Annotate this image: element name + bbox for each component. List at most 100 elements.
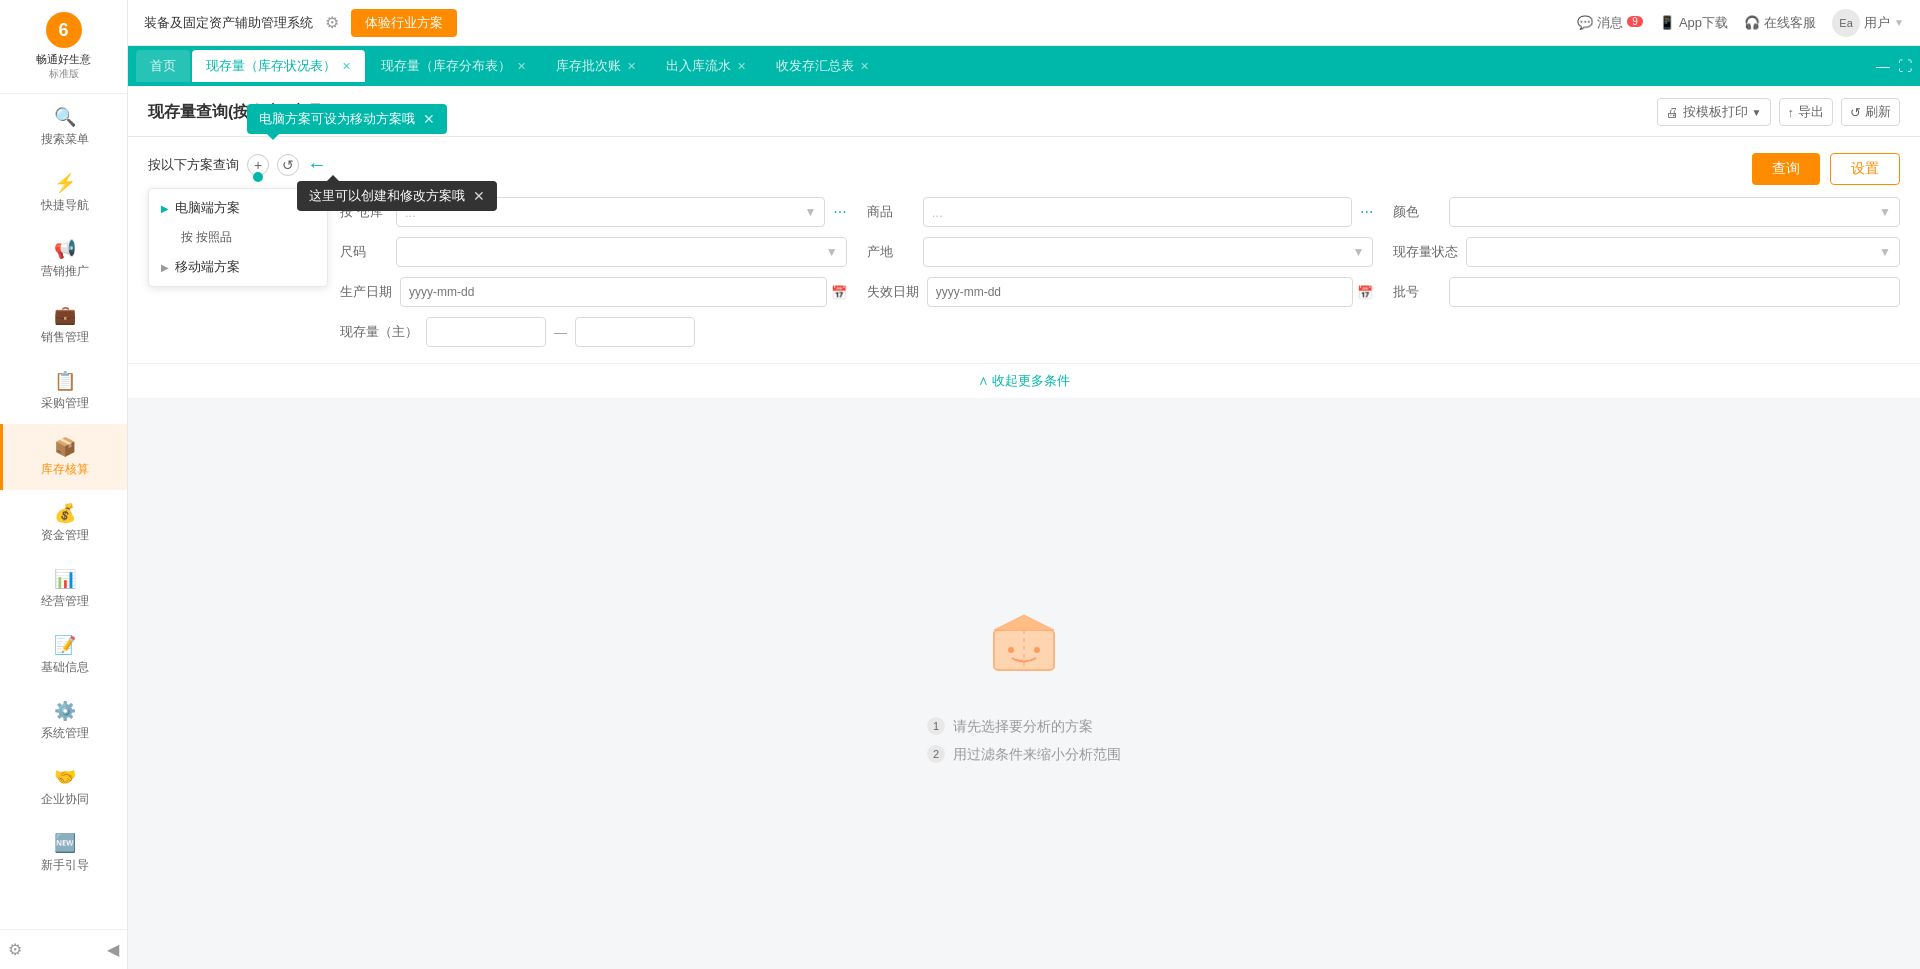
color-select[interactable]: ▼ [1449,197,1900,227]
inventory-icon: 📦 [54,436,76,458]
header-right: 💬 消息 9 📱 App下载 🎧 在线客服 Ea 用户 ▼ [1577,9,1904,37]
expiry-date-input[interactable] [927,277,1354,307]
refresh-scheme-btn[interactable]: ↺ [277,154,299,176]
svg-point-5 [1034,647,1040,653]
header-left: 装备及固定资产辅助管理系统 ⚙ 体验行业方案 [144,9,457,37]
chevron-down-icon: ▼ [804,205,816,219]
empty-state: 1 请先选择要分析的方案 2 用过滤条件来缩小分析范围 [128,398,1920,969]
minimize-icon[interactable]: — [1876,58,1890,74]
tooltip1-close[interactable]: ✕ [423,111,435,127]
tab-close-3[interactable]: ✕ [627,60,636,73]
scheme-arrow-btn[interactable]: ← [307,153,327,175]
goods-select[interactable]: ... [923,197,1352,227]
sidebar-item-inventory[interactable]: 📦 库存核算 [0,424,127,490]
tab-inventory-dist[interactable]: 现存量（库存分布表） ✕ [367,50,540,82]
tab-inout-flow[interactable]: 出入库流水 ✕ [652,50,760,82]
tooltip2-close[interactable]: ✕ [473,188,485,204]
page-actions: 🖨 按模板打印 ▼ ↑ 导出 ↺ 刷新 [1657,98,1900,126]
svg-marker-1 [994,615,1054,630]
collapse-sidebar-icon[interactable]: ◀ [107,940,119,959]
tab-batch-account[interactable]: 库存批次账 ✕ [542,50,650,82]
sidebar-item-marketing[interactable]: 📢 营销推广 [0,226,127,292]
settings-icon[interactable]: ⚙ [8,940,22,959]
print-btn[interactable]: 🖨 按模板打印 ▼ [1657,98,1771,126]
size-chevron-icon: ▼ [826,245,838,259]
refresh-btn[interactable]: ↺ 刷新 [1841,98,1900,126]
search-nav-icon: 🔍 [54,106,76,128]
headset-icon: 🎧 [1744,15,1760,30]
purchase-icon: 📋 [54,370,76,392]
origin-select[interactable]: ▼ [923,237,1374,267]
download-btn[interactable]: 📱 App下载 [1659,14,1728,32]
warehouse-dots[interactable]: ··· [833,203,846,221]
tab-inventory-status[interactable]: 现存量（库存状况表） ✕ [192,50,365,82]
reset-btn[interactable]: 设置 [1830,153,1900,185]
sidebar-item-quick-nav[interactable]: ⚡ 快捷导航 [0,160,127,226]
sidebar-item-guide[interactable]: 🆕 新手引导 [0,820,127,886]
filter-row2: 尺码 ▼ 产地 ▼ [340,237,1900,267]
collapse-row[interactable]: ∧ 收起更多条件 [128,363,1920,398]
print-chevron-icon: ▼ [1752,107,1762,118]
maximize-icon[interactable]: ⛶ [1898,58,1912,74]
production-date-field: 生产日期 📅 [340,277,847,307]
collapse-up-icon: ∧ [978,373,989,388]
sidebar-item-sales[interactable]: 💼 销售管理 [0,292,127,358]
tab-summary[interactable]: 收发存汇总表 ✕ [762,50,883,82]
cooperation-icon: 🤝 [54,766,76,788]
phone-icon: 📱 [1659,15,1675,30]
stock-main-label: 现存量（主） [340,323,418,341]
stock-status-select[interactable]: ▼ [1466,237,1900,267]
messages-btn[interactable]: 💬 消息 9 [1577,14,1643,32]
filter-row4: 现存量（主） — [340,317,1900,347]
sidebar-item-finance[interactable]: 💰 资金管理 [0,490,127,556]
export-icon: ↑ [1788,105,1795,120]
logo-area: 6 畅通好生意 标准版 [0,0,127,94]
sidebar-item-search[interactable]: 🔍 搜索菜单 [0,94,127,160]
top-header: 装备及固定资产辅助管理系统 ⚙ 体验行业方案 💬 消息 9 📱 App下载 🎧 … [128,0,1920,46]
user-chevron-icon: ▼ [1894,17,1904,28]
support-btn[interactable]: 🎧 在线客服 [1744,14,1816,32]
stock-main-from[interactable] [426,317,546,347]
industry-btn[interactable]: 体验行业方案 [351,9,457,37]
stock-main-to[interactable] [575,317,695,347]
scheme-desktop-sub-item[interactable]: 按 按照品 [169,223,327,252]
chevron-right-icon: ▶ [161,203,169,214]
origin-label: 产地 [867,243,915,261]
sidebar: 6 畅通好生意 标准版 🔍 搜索菜单 ⚡ 快捷导航 📢 营销推广 💼 销售管理 … [0,0,128,969]
sidebar-item-cooperation[interactable]: 🤝 企业协同 [0,754,127,820]
tab-close-1[interactable]: ✕ [342,60,351,73]
goods-dots[interactable]: ··· [1360,203,1373,221]
settings-gear-icon[interactable]: ⚙ [325,13,339,32]
sidebar-item-purchase[interactable]: 📋 采购管理 [0,358,127,424]
add-scheme-wrapper: 电脑方案可设为移动方案哦 ✕ + [247,154,269,176]
expiry-date-calendar-icon[interactable]: 📅 [1357,285,1373,300]
finance-icon: 💰 [54,502,76,524]
sidebar-item-operations[interactable]: 📊 经营管理 [0,556,127,622]
user-area[interactable]: Ea 用户 ▼ [1832,9,1904,37]
tooltip2: 这里可以创建和修改方案哦 ✕ [297,181,497,211]
basic-info-icon: 📝 [54,634,76,656]
production-date-input[interactable] [400,277,827,307]
stock-status-field: 现存量状态 ▼ [1393,237,1900,267]
message-icon: 💬 [1577,15,1593,30]
tab-home[interactable]: 首页 [136,50,190,82]
scheme-desktop-sub: 按 按照品 [149,223,327,252]
tab-close-2[interactable]: ✕ [517,60,526,73]
filter-row3: 生产日期 📅 失效日期 📅 [340,277,1900,307]
sidebar-item-basic-info[interactable]: 📝 基础信息 [0,622,127,688]
size-select[interactable]: ▼ [396,237,847,267]
batch-input[interactable] [1449,277,1900,307]
expiry-date-range: 📅 [927,277,1374,307]
scheme-mobile[interactable]: ▶ 移动端方案 [149,252,327,282]
tab-close-4[interactable]: ✕ [737,60,746,73]
tab-close-5[interactable]: ✕ [860,60,869,73]
content-area: 现存量查询(按仓库+商品) 🖨 按模板打印 ▼ ↑ 导出 ↺ 刷新 [128,86,1920,969]
production-date-calendar-icon[interactable]: 📅 [831,285,847,300]
sidebar-item-system[interactable]: ⚙️ 系统管理 [0,688,127,754]
size-label: 尺码 [340,243,388,261]
filter-area: 按以下方案查询 电脑方案可设为移动方案哦 ✕ + [128,137,1920,363]
export-btn[interactable]: ↑ 导出 [1779,98,1834,126]
search-btn[interactable]: 查询 [1752,153,1820,185]
production-date-label: 生产日期 [340,283,392,301]
system-icon: ⚙️ [54,700,76,722]
